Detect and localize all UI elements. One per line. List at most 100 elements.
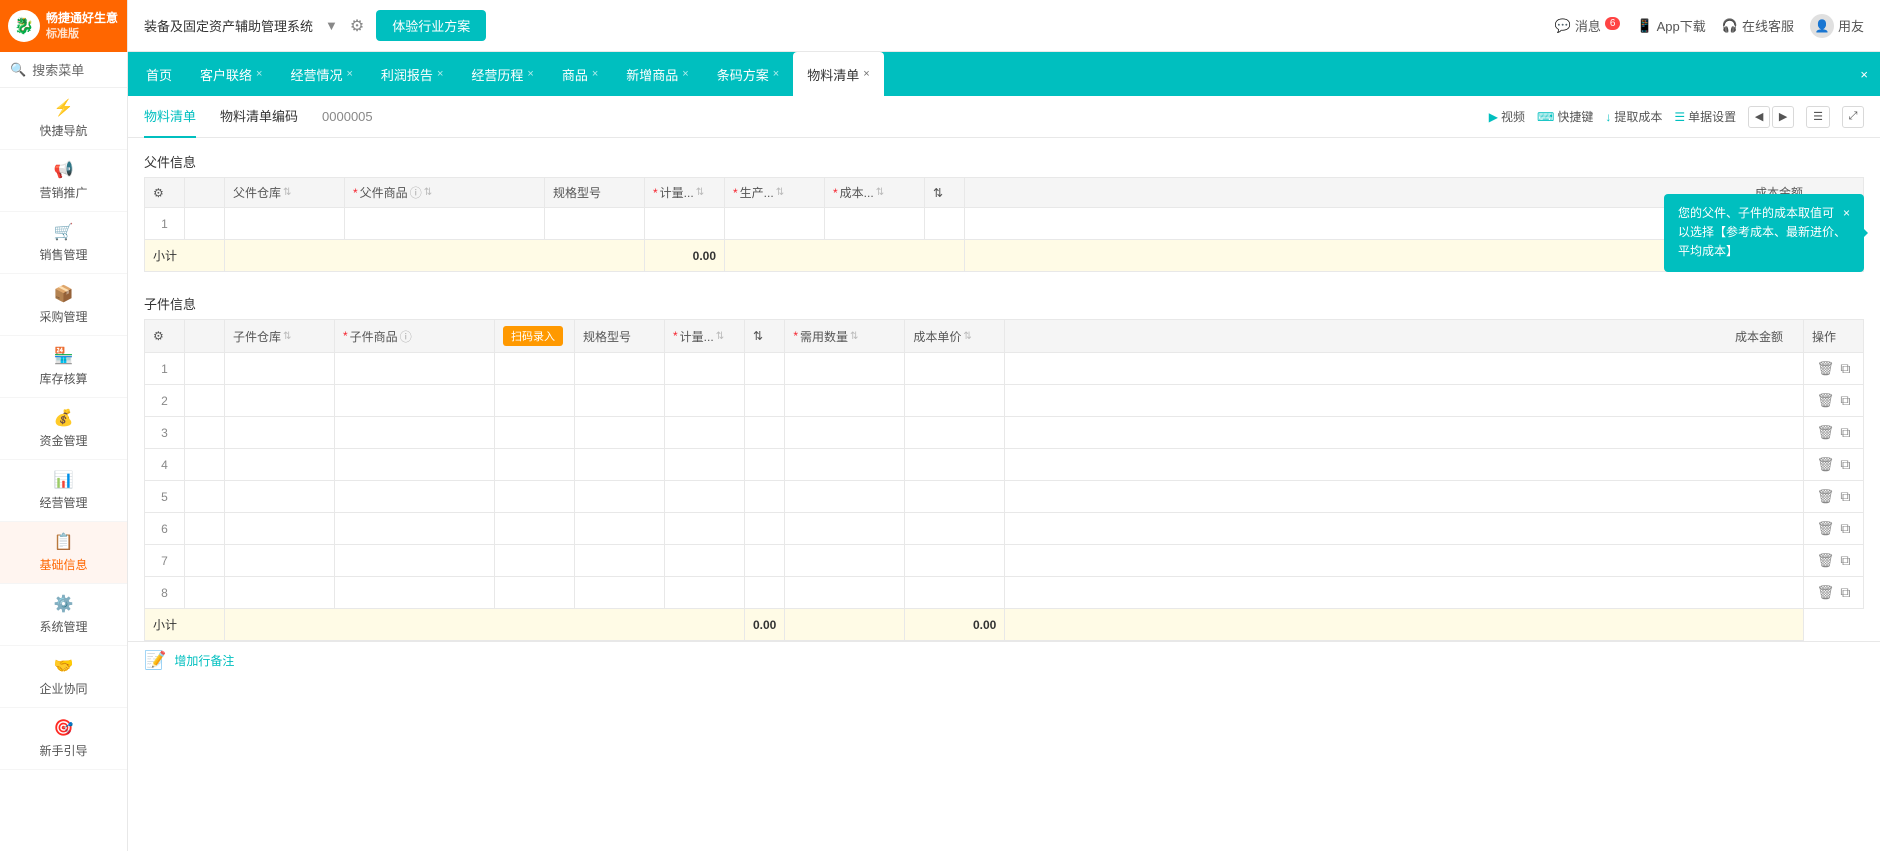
- sidebar-item-quick-nav[interactable]: ⚡ 快捷导航: [0, 88, 127, 150]
- tab-profit-report[interactable]: 利润报告 ×: [367, 52, 457, 96]
- child-qty-cell[interactable]: [785, 417, 905, 449]
- parent-spec-cell[interactable]: [545, 208, 645, 240]
- child-unit-cost-input[interactable]: [905, 513, 1004, 544]
- sub-tab-bom-code[interactable]: 物料清单编码: [220, 96, 298, 138]
- child-unit-cost-cell[interactable]: [905, 577, 1005, 609]
- copy-row-icon[interactable]: ⧉: [1840, 424, 1850, 441]
- child-unit-cost-cell[interactable]: [905, 449, 1005, 481]
- child-warehouse-cell[interactable]: [225, 577, 335, 609]
- child-spec-cell[interactable]: [575, 353, 665, 385]
- child-spec-input[interactable]: [575, 449, 664, 480]
- view-video-btn[interactable]: ▶ 视频: [1489, 108, 1525, 125]
- close-profit-report-tab-icon[interactable]: ×: [437, 68, 443, 80]
- child-unit-cell[interactable]: [665, 577, 745, 609]
- parent-warehouse-cell[interactable]: [225, 208, 345, 240]
- child-unit-cell[interactable]: [665, 417, 745, 449]
- child-spec-cell[interactable]: [575, 481, 665, 513]
- tab-operation-history[interactable]: 经营历程 ×: [457, 52, 547, 96]
- parent-warehouse-input[interactable]: [225, 208, 344, 239]
- child-product-input[interactable]: [335, 513, 494, 544]
- parent-cost-cell[interactable]: [825, 208, 925, 240]
- sort-icon-product[interactable]: ⇅: [424, 187, 432, 198]
- shortcut-btn[interactable]: ⌨ 快捷键: [1537, 108, 1593, 125]
- close-tooltip-btn[interactable]: ×: [1843, 204, 1850, 223]
- child-unit-cell[interactable]: [665, 481, 745, 513]
- child-warehouse-cell[interactable]: [225, 481, 335, 513]
- sort-icon-child-qty[interactable]: ⇅: [850, 331, 858, 342]
- parent-unit-input[interactable]: [645, 208, 724, 239]
- child-spec-input[interactable]: [575, 577, 664, 608]
- child-unit-cost-input[interactable]: [905, 353, 1004, 384]
- child-spec-input[interactable]: [575, 545, 664, 576]
- tab-add-product[interactable]: 新增商品 ×: [612, 52, 702, 96]
- parent-product-cell[interactable]: [345, 208, 545, 240]
- child-product-cell[interactable]: [335, 545, 495, 577]
- child-unit-cost-cell[interactable]: [905, 481, 1005, 513]
- sidebar-item-enterprise[interactable]: 🤝 企业协同: [0, 646, 127, 708]
- parent-cost-input[interactable]: [825, 208, 924, 239]
- child-qty-input[interactable]: [785, 577, 904, 608]
- child-product-input[interactable]: [335, 417, 494, 448]
- delete-row-icon[interactable]: 🗑: [1817, 456, 1835, 473]
- delete-row-icon[interactable]: 🗑: [1817, 552, 1835, 569]
- app-download-action[interactable]: 📱 App下载: [1636, 16, 1705, 35]
- parent-product-input[interactable]: [345, 208, 544, 239]
- child-warehouse-input[interactable]: [225, 353, 334, 384]
- scan-input-btn[interactable]: 扫码录入: [503, 326, 563, 346]
- sort-icon-production[interactable]: ⇅: [776, 187, 784, 198]
- delete-row-icon[interactable]: 🗑: [1817, 360, 1835, 377]
- close-products-tab-icon[interactable]: ×: [592, 68, 598, 80]
- child-unit-cell[interactable]: [665, 353, 745, 385]
- single-settings-btn[interactable]: ☰ 单据设置: [1674, 108, 1736, 125]
- child-product-input[interactable]: [335, 449, 494, 480]
- tab-barcode[interactable]: 条码方案 ×: [703, 52, 793, 96]
- child-unit-input[interactable]: [665, 353, 744, 384]
- extract-cost-btn[interactable]: ↓ 提取成本: [1605, 108, 1662, 125]
- delete-row-icon[interactable]: 🗑: [1817, 392, 1835, 409]
- child-qty-cell[interactable]: [785, 385, 905, 417]
- child-qty-cell[interactable]: [785, 449, 905, 481]
- child-unit-cost-cell[interactable]: [905, 417, 1005, 449]
- copy-row-icon[interactable]: ⧉: [1840, 488, 1850, 505]
- tab-operation-status[interactable]: 经营情况 ×: [276, 52, 366, 96]
- child-unit-cost-input[interactable]: [905, 417, 1004, 448]
- child-unit-cost-cell[interactable]: [905, 545, 1005, 577]
- child-product-cell[interactable]: [335, 513, 495, 545]
- child-spec-input[interactable]: [575, 481, 664, 512]
- child-warehouse-cell[interactable]: [225, 545, 335, 577]
- child-warehouse-cell[interactable]: [225, 417, 335, 449]
- child-warehouse-input[interactable]: [225, 481, 334, 512]
- child-scan-col-header[interactable]: 扫码录入: [495, 320, 575, 353]
- copy-row-icon[interactable]: ⧉: [1840, 520, 1850, 537]
- sort-icon[interactable]: ⇅: [283, 187, 291, 198]
- child-qty-cell[interactable]: [785, 513, 905, 545]
- prev-record-btn[interactable]: ◀: [1748, 106, 1770, 128]
- child-product-input[interactable]: [335, 481, 494, 512]
- delete-row-icon[interactable]: 🗑: [1817, 520, 1835, 537]
- sidebar-item-finance[interactable]: 💰 资金管理: [0, 398, 127, 460]
- child-spec-cell[interactable]: [575, 417, 665, 449]
- child-unit-cost-input[interactable]: [905, 449, 1004, 480]
- child-product-cell[interactable]: [335, 385, 495, 417]
- child-unit-input[interactable]: [665, 417, 744, 448]
- user-action[interactable]: 👤 用友: [1810, 14, 1864, 38]
- close-bom-tab-icon[interactable]: ×: [863, 68, 869, 80]
- close-barcode-tab-icon[interactable]: ×: [773, 68, 779, 80]
- parent-production-input[interactable]: [725, 208, 824, 239]
- sidebar-item-basic-info[interactable]: 📋 基础信息: [0, 522, 127, 584]
- child-warehouse-input[interactable]: [225, 385, 334, 416]
- child-unit-cost-cell[interactable]: [905, 513, 1005, 545]
- dropdown-arrow-icon[interactable]: ▼: [325, 18, 338, 33]
- sidebar-item-sales[interactable]: 🛒 销售管理: [0, 212, 127, 274]
- sort-icon-cost[interactable]: ⇅: [876, 187, 884, 198]
- child-unit-input[interactable]: [665, 545, 744, 576]
- child-unit-cell[interactable]: [665, 449, 745, 481]
- child-product-cell[interactable]: [335, 481, 495, 513]
- tab-home[interactable]: 首页: [132, 52, 186, 96]
- child-unit-input[interactable]: [665, 513, 744, 544]
- gear-icon[interactable]: ⚙: [350, 16, 364, 36]
- tab-customer[interactable]: 客户联络 ×: [186, 52, 276, 96]
- delete-row-icon[interactable]: 🗑: [1817, 488, 1835, 505]
- child-qty-cell[interactable]: [785, 545, 905, 577]
- sidebar-item-purchase[interactable]: 📦 采购管理: [0, 274, 127, 336]
